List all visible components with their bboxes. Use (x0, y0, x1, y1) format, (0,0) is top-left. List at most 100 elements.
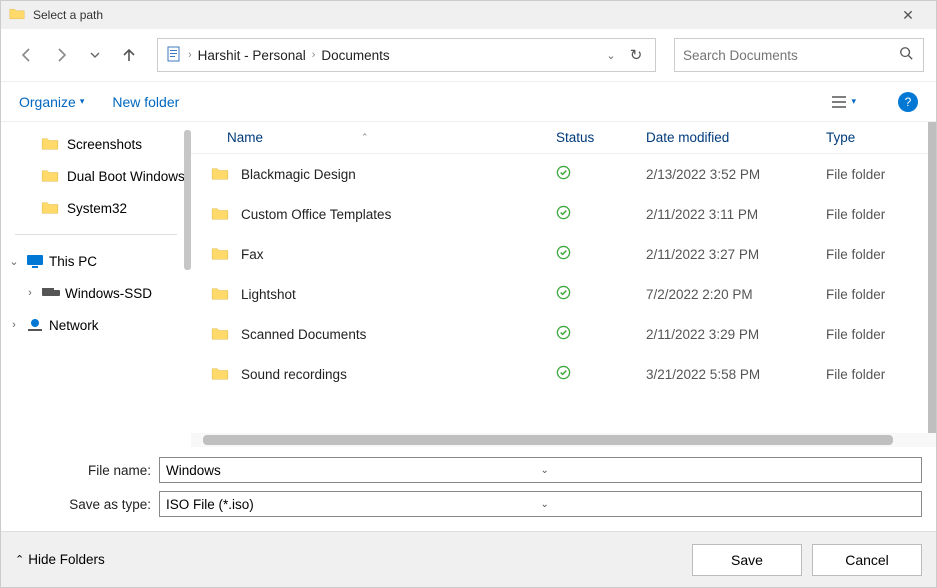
file-date: 2/11/2022 3:29 PM (646, 327, 826, 342)
app-icon (9, 7, 25, 23)
sidebar-label: Screenshots (67, 137, 142, 152)
file-list-area: Name ⌃ Status Date modified Type Blackmag… (191, 122, 936, 447)
refresh-button[interactable]: ↻ (621, 46, 651, 64)
file-row[interactable]: Fax 2/11/2022 3:27 PMFile folder (191, 234, 936, 274)
sidebar-item-network[interactable]: › Network (1, 309, 191, 341)
file-name: Fax (241, 247, 556, 262)
column-name[interactable]: Name (227, 130, 263, 145)
filename-label: File name: (15, 463, 159, 478)
sidebar-label: Network (49, 318, 99, 333)
navigation-pane: Screenshots Dual Boot Windows System32 ⌄… (1, 122, 191, 447)
sidebar-label: Windows-SSD (65, 286, 152, 301)
column-type[interactable]: Type (826, 130, 936, 145)
new-folder-button[interactable]: New folder (112, 94, 179, 110)
address-bar[interactable]: › Harshit - Personal › Documents ⌄ ↻ (157, 38, 656, 72)
search-input[interactable] (683, 48, 899, 63)
sync-status-icon (556, 165, 646, 183)
sidebar-item-system32[interactable]: System32 (11, 192, 191, 224)
file-type: File folder (826, 287, 936, 302)
file-type: File folder (826, 167, 936, 182)
close-button[interactable]: ✕ (888, 7, 928, 24)
window-title: Select a path (33, 8, 888, 22)
sidebar-item-screenshots[interactable]: Screenshots (11, 128, 191, 160)
sidebar-scrollbar[interactable] (184, 130, 191, 270)
folder-icon (211, 367, 229, 381)
back-button[interactable] (13, 41, 41, 69)
filename-value: Windows (166, 463, 541, 478)
file-date: 2/11/2022 3:11 PM (646, 207, 826, 222)
vertical-scrollbar[interactable] (928, 122, 936, 433)
sidebar-divider (15, 234, 177, 235)
collapse-icon[interactable]: ⌄ (7, 255, 21, 268)
help-button[interactable]: ? (898, 92, 918, 112)
file-name: Blackmagic Design (241, 167, 556, 182)
sidebar-item-thispc[interactable]: ⌄ This PC (1, 245, 191, 277)
save-button[interactable]: Save (692, 544, 802, 576)
nav-row: › Harshit - Personal › Documents ⌄ ↻ (1, 29, 936, 81)
file-list[interactable]: Blackmagic Design2/13/2022 3:52 PMFile f… (191, 154, 936, 433)
expand-icon[interactable]: › (23, 287, 37, 299)
file-row[interactable]: Scanned Documents2/11/2022 3:29 PMFile f… (191, 314, 936, 354)
column-status[interactable]: Status (556, 130, 646, 145)
column-headers: Name ⌃ Status Date modified Type (191, 122, 936, 154)
savetype-value: ISO File (*.iso) (166, 497, 541, 512)
title-bar: Select a path ✕ (1, 1, 936, 29)
chevron-down-icon: ▾ (80, 96, 85, 107)
file-row[interactable]: Lightshot 7/2/2022 2:20 PMFile folder (191, 274, 936, 314)
filename-input[interactable]: Windows ⌄ (159, 457, 922, 483)
file-date: 7/2/2022 2:20 PM (646, 287, 826, 302)
sync-status-icon (556, 205, 646, 223)
file-name: Sound recordings (241, 367, 556, 382)
breadcrumb-segment[interactable]: Documents (315, 48, 395, 63)
folder-icon (211, 287, 229, 301)
file-type: File folder (826, 247, 936, 262)
sync-status-icon (556, 365, 646, 383)
folder-icon (211, 207, 229, 221)
search-box[interactable] (674, 38, 924, 72)
sidebar-item-drive[interactable]: › Windows-SSD (1, 277, 191, 309)
file-type: File folder (826, 367, 936, 382)
hide-folders-toggle[interactable]: ⌃ Hide Folders (15, 552, 105, 567)
file-row[interactable]: Blackmagic Design 2/13/2022 3:52 PMFile f… (191, 154, 936, 194)
drive-icon (41, 288, 61, 298)
pc-icon (25, 254, 45, 268)
file-row[interactable]: Sound recordings 3/21/2022 5:58 PMFile fo… (191, 354, 936, 394)
sync-status-icon (556, 245, 646, 263)
breadcrumb-segment[interactable]: Harshit - Personal (192, 48, 312, 63)
sync-status-icon (556, 325, 646, 343)
sidebar-label: System32 (67, 201, 127, 216)
search-icon[interactable] (899, 46, 915, 65)
horizontal-scrollbar[interactable] (191, 433, 936, 447)
file-date: 2/11/2022 3:27 PM (646, 247, 826, 262)
main-area: Screenshots Dual Boot Windows System32 ⌄… (1, 121, 936, 447)
dialog-bottom: ⌃ Hide Folders Save Cancel (1, 531, 936, 587)
chevron-down-icon[interactable]: ⌄ (541, 465, 916, 476)
column-date[interactable]: Date modified (646, 130, 826, 145)
recent-dropdown[interactable] (81, 41, 109, 69)
cancel-button[interactable]: Cancel (812, 544, 922, 576)
sidebar-label: This PC (49, 254, 97, 269)
organize-menu[interactable]: Organize ▾ (19, 94, 84, 110)
folder-icon (211, 247, 229, 261)
savetype-label: Save as type: (15, 497, 159, 512)
chevron-up-icon: ⌃ (15, 553, 24, 566)
network-icon (25, 318, 45, 332)
chevron-down-icon[interactable]: ⌄ (541, 499, 916, 510)
sidebar-item-dualboot[interactable]: Dual Boot Windows (11, 160, 191, 192)
file-row[interactable]: Custom Office Templates 2/11/2022 3:11 PM… (191, 194, 936, 234)
file-date: 2/13/2022 3:52 PM (646, 167, 826, 182)
file-name: Lightshot (241, 287, 556, 302)
view-menu[interactable]: ▾ (831, 95, 856, 109)
path-dropdown[interactable]: ⌄ (601, 49, 621, 62)
expand-icon[interactable]: › (7, 319, 21, 331)
folder-icon (211, 327, 229, 341)
up-button[interactable] (115, 41, 143, 69)
sync-status-icon (556, 285, 646, 303)
sort-indicator-icon: ⌃ (361, 132, 369, 143)
file-date: 3/21/2022 5:58 PM (646, 367, 826, 382)
file-name: Custom Office Templates (241, 207, 556, 222)
forward-button[interactable] (47, 41, 75, 69)
file-type: File folder (826, 207, 936, 222)
folder-icon (211, 167, 229, 181)
savetype-select[interactable]: ISO File (*.iso) ⌄ (159, 491, 922, 517)
